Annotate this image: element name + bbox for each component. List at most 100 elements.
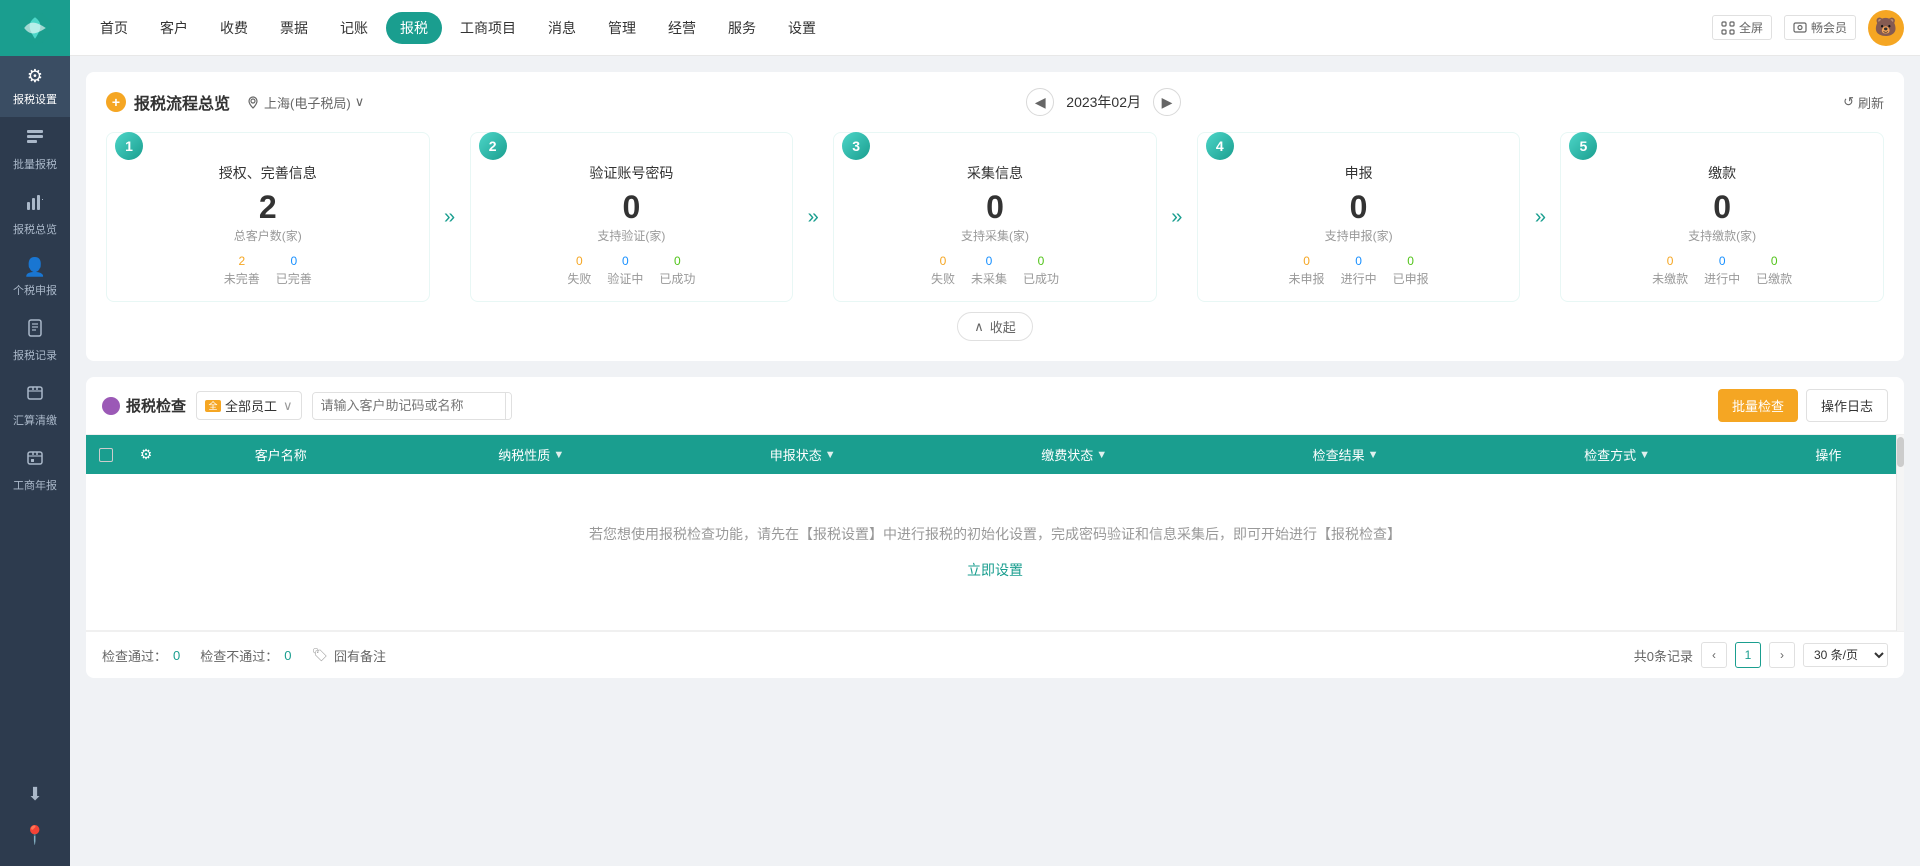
step-count-3: 0 <box>850 191 1140 223</box>
th-check-method-filter[interactable]: 检查方式 ▼ <box>1584 445 1650 464</box>
topnav-right: 全屏 畅会员 🐻 <box>1712 10 1904 46</box>
prev-page-button[interactable]: ‹ <box>1701 642 1727 668</box>
stat-value[interactable]: 0 <box>940 254 947 268</box>
stat-value[interactable]: 0 <box>1667 254 1674 268</box>
sidebar-item-batch-tax[interactable]: 批量报税 <box>0 117 70 182</box>
stat-item: 0 已缴款 <box>1756 254 1792 287</box>
per-page-select[interactable]: 30 条/页 50 条/页 100 条/页 <box>1803 643 1888 667</box>
sidebar-item-tax-settings[interactable]: ⚙ 报税设置 <box>0 56 70 117</box>
step-card-2: 2 验证账号密码 0 支持验证(家) 0 失败 0 验证中 <box>470 132 794 302</box>
location-selector[interactable]: 上海(电子税局) ∨ <box>246 93 364 112</box>
user-avatar[interactable]: 🐻 <box>1868 10 1904 46</box>
refresh-button[interactable]: ↺ 刷新 <box>1843 93 1884 112</box>
th-gear[interactable]: ⚙ <box>126 435 166 474</box>
refresh-label: 刷新 <box>1858 93 1884 112</box>
collapse-label: 收起 <box>990 317 1016 336</box>
collapse-button[interactable]: ∧ 收起 <box>957 312 1033 341</box>
nav-item-settings[interactable]: 设置 <box>774 12 830 44</box>
nav-item-clients[interactable]: 客户 <box>146 12 202 44</box>
search-input[interactable] <box>313 393 505 418</box>
stat-value[interactable]: 0 <box>576 254 583 268</box>
fullscreen-button[interactable]: 全屏 <box>1712 15 1772 40</box>
sidebar-item-personal-report[interactable]: 👤 个税申报 <box>0 247 70 308</box>
stat-item: 0 未申报 <box>1289 254 1325 287</box>
nav-item-messages[interactable]: 消息 <box>534 12 590 44</box>
prev-month-button[interactable]: ◀ <box>1026 88 1054 116</box>
filter-icon: ▼ <box>1639 449 1650 461</box>
nav-item-operations[interactable]: 经营 <box>654 12 710 44</box>
check-fail-value[interactable]: 0 <box>284 648 291 663</box>
th-payment-status: 缴费状态 ▼ <box>938 435 1209 474</box>
app-logo[interactable] <box>0 0 70 56</box>
th-report-status-filter[interactable]: 申报状态 ▼ <box>770 445 836 464</box>
step-count-5: 0 <box>1577 191 1867 223</box>
stat-label: 已成功 <box>659 270 695 287</box>
nav-item-management[interactable]: 管理 <box>594 12 650 44</box>
nav-item-home[interactable]: 首页 <box>86 12 142 44</box>
nav-item-invoices[interactable]: 票据 <box>266 12 322 44</box>
stat-value[interactable]: 0 <box>1038 254 1045 268</box>
filter-icon: ▼ <box>1096 449 1107 461</box>
stat-value[interactable]: 0 <box>1303 254 1310 268</box>
sidebar-item-annual-report[interactable]: 工商年报 <box>0 438 70 503</box>
scrollbar[interactable] <box>1896 435 1904 631</box>
sidebar-item-label: 个税申报 <box>13 282 57 298</box>
th-name-filter[interactable]: 客户名称 <box>255 445 307 464</box>
check-pass-label: 检查通过： <box>102 646 167 665</box>
step-card-1: 1 授权、完善信息 2 总客户数(家) 2 未完善 0 已完善 <box>106 132 430 302</box>
member-button[interactable]: 畅会员 <box>1784 15 1856 40</box>
employee-selector[interactable]: 全 全部员工 ∨ <box>196 391 302 420</box>
sidebar-item-tax-records[interactable]: 报税记录 <box>0 308 70 373</box>
batch-check-button[interactable]: 批量检查 <box>1718 389 1798 422</box>
gear-icon[interactable]: ⚙ <box>140 446 153 462</box>
search-button[interactable]: 🔍 <box>505 393 512 419</box>
sidebar-item-location[interactable]: 📍 <box>0 815 70 856</box>
nav-item-business[interactable]: 工商项目 <box>446 12 530 44</box>
next-page-button[interactable]: › <box>1769 642 1795 668</box>
nav-items: 首页 客户 收费 票据 记账 报税 工商项目 消息 管理 经营 服务 设置 <box>86 12 1712 44</box>
stat-label: 已成功 <box>1023 270 1059 287</box>
content-area: + 报税流程总览 上海(电子税局) ∨ ◀ 2023年02月 ▶ <box>70 56 1920 866</box>
sidebar-item-tax-overview[interactable]: 报税总览 <box>0 182 70 247</box>
footer-pagination: 共0条记录 ‹ 1 › 30 条/页 50 条/页 100 条/页 <box>1634 642 1888 668</box>
table-footer: 检查通过： 0 检查不通过： 0 🏷 囧有备注 共0条记录 ‹ 1 › <box>86 631 1904 678</box>
stat-value[interactable]: 0 <box>674 254 681 268</box>
step-number-5: 5 <box>1569 132 1597 160</box>
stat-value[interactable]: 0 <box>622 254 629 268</box>
stat-item: 0 进行中 <box>1704 254 1740 287</box>
nav-item-service[interactable]: 服务 <box>714 12 770 44</box>
setup-link[interactable]: 立即设置 <box>967 562 1023 578</box>
sidebar-item-download[interactable]: ⬇ <box>0 774 70 815</box>
stat-value[interactable]: 0 <box>1771 254 1778 268</box>
arrow-icon: » <box>808 206 819 229</box>
stat-value[interactable]: 0 <box>290 254 297 268</box>
download-icon: ⬇ <box>27 784 42 805</box>
stat-value[interactable]: 0 <box>1719 254 1726 268</box>
main-container: 首页 客户 收费 票据 记账 报税 工商项目 消息 管理 经营 服务 设置 全屏… <box>70 0 1920 866</box>
th-checkbox[interactable] <box>86 435 126 474</box>
sidebar-item-settlement[interactable]: 汇算清缴 <box>0 373 70 438</box>
empty-message: 若您想使用报税检查功能，请先在【报税设置】中进行报税的初始化设置，完成密码验证和… <box>118 524 1872 544</box>
stat-value[interactable]: 0 <box>986 254 993 268</box>
nav-item-tax[interactable]: 报税 <box>386 12 442 44</box>
th-tax-type-filter[interactable]: 纳税性质 ▼ <box>498 445 564 464</box>
stat-label: 进行中 <box>1704 270 1740 287</box>
next-month-button[interactable]: ▶ <box>1153 88 1181 116</box>
stat-value[interactable]: 0 <box>1355 254 1362 268</box>
nav-item-accounting[interactable]: 记账 <box>326 12 382 44</box>
collapse-up-icon: ∧ <box>974 319 984 335</box>
nav-item-fees[interactable]: 收费 <box>206 12 262 44</box>
date-nav: ◀ 2023年02月 ▶ <box>1026 88 1181 116</box>
collapse-bar[interactable]: ∧ 收起 <box>106 302 1884 345</box>
step-title-1: 授权、完善信息 <box>123 163 413 183</box>
th-check-result-filter[interactable]: 检查结果 ▼ <box>1313 445 1379 464</box>
tax-overview-icon <box>25 192 45 217</box>
scrollbar-thumb <box>1897 437 1904 467</box>
operation-log-button[interactable]: 操作日志 <box>1806 389 1888 422</box>
stat-value[interactable]: 0 <box>1407 254 1414 268</box>
check-pass-value[interactable]: 0 <box>173 648 180 663</box>
select-all-checkbox[interactable] <box>99 448 113 462</box>
th-payment-status-filter[interactable]: 缴费状态 ▼ <box>1041 445 1107 464</box>
stat-value[interactable]: 2 <box>238 254 245 268</box>
step-subtitle-5: 支持缴款(家) <box>1577 227 1867 244</box>
